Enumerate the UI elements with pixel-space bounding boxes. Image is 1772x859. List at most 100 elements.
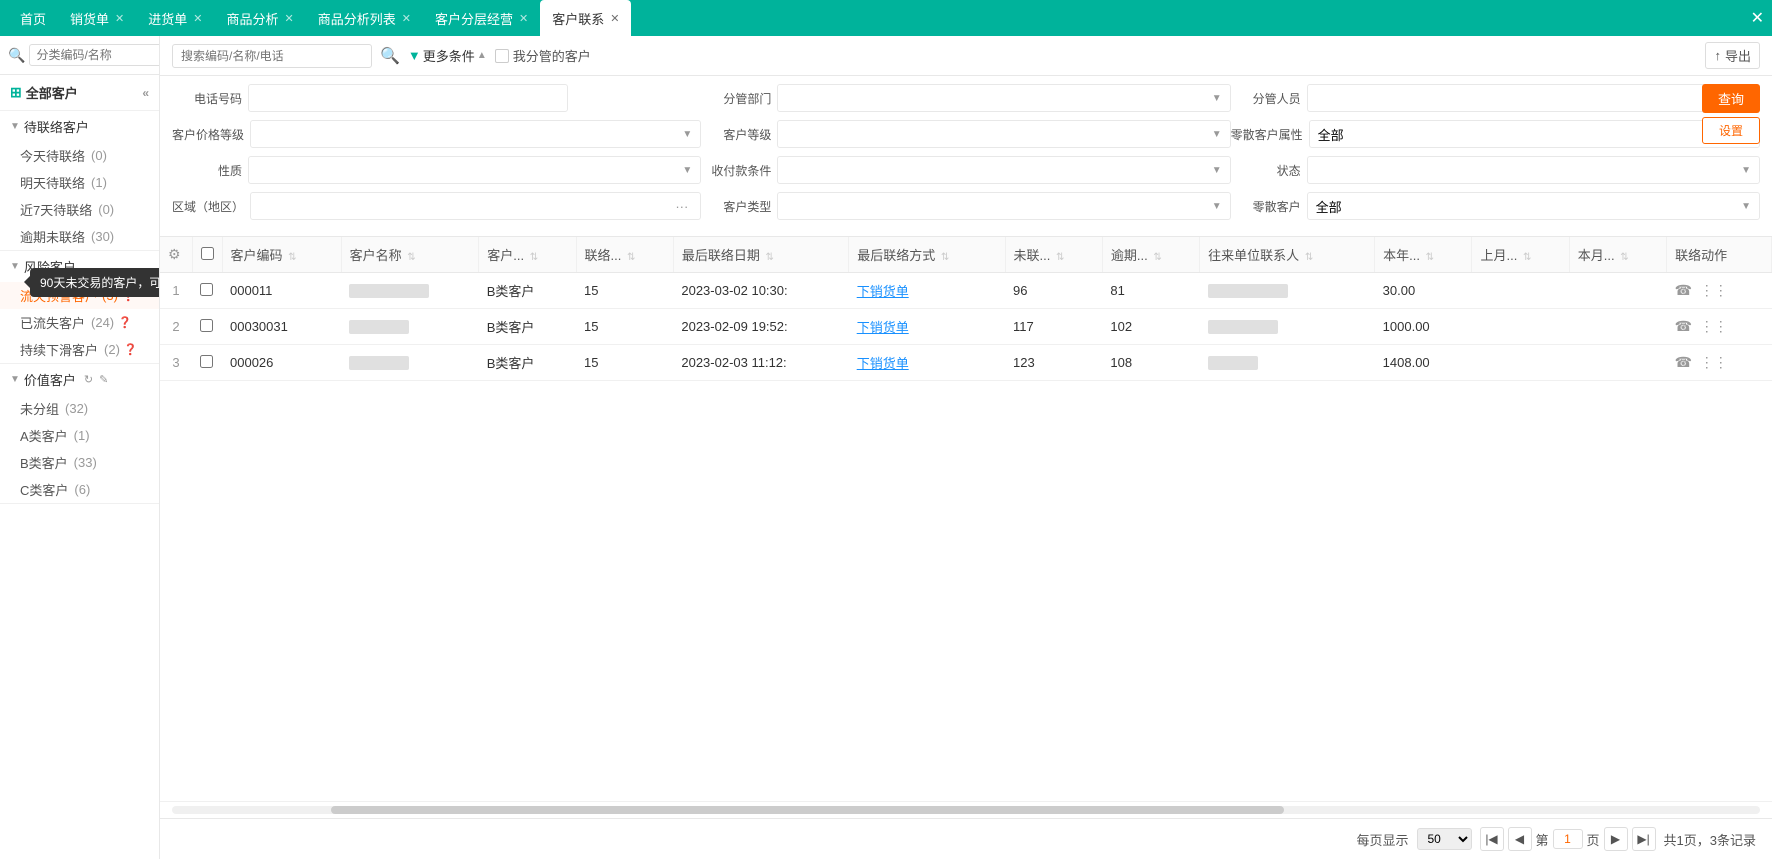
col-last-contact-date[interactable]: 最后联络日期 ⇅ <box>673 237 848 273</box>
row-checkbox[interactable] <box>200 283 213 296</box>
more-action-icon[interactable]: ⋮⋮ <box>1700 354 1728 370</box>
sidebar-collapse-icon[interactable]: « <box>142 86 149 100</box>
sidebar-item-overdue-contact[interactable]: 逾期未联络 (30) <box>0 223 159 250</box>
sidebar-item-ungrouped[interactable]: 未分组 (32) <box>0 395 159 422</box>
phone-input[interactable] <box>248 84 568 112</box>
sidebar-item-week-contact[interactable]: 近7天待联络 (0) <box>0 196 159 223</box>
row-checkbox-cell[interactable] <box>192 309 222 345</box>
next-page-button[interactable]: ▶ <box>1604 827 1628 851</box>
dept-select[interactable]: ▼ <box>777 84 1230 112</box>
name-sort-icon[interactable]: ⇅ <box>407 252 415 263</box>
prev-page-button[interactable]: ◀ <box>1508 827 1532 851</box>
window-close-button[interactable]: ✕ <box>1751 8 1764 28</box>
select-all-checkbox[interactable] <box>201 247 214 260</box>
export-button[interactable]: ↑ 导出 <box>1705 42 1760 69</box>
col-uncontacted[interactable]: 未联... ⇅ <box>1005 237 1102 273</box>
nav-tab-customer-contact[interactable]: 客户联系 ✕ <box>540 0 631 36</box>
status-select[interactable]: ▼ <box>1307 156 1760 184</box>
page-input[interactable] <box>1553 829 1583 849</box>
first-page-button[interactable]: |◀ <box>1480 827 1504 851</box>
col-name[interactable]: 客户名称 ⇅ <box>341 237 479 273</box>
customer-level-select[interactable]: ▼ <box>777 120 1230 148</box>
col-this-month[interactable]: 本月... ⇅ <box>1569 237 1666 273</box>
col-overdue[interactable]: 逾期... ⇅ <box>1102 237 1199 273</box>
close-salesorder-icon[interactable]: ✕ <box>115 12 124 25</box>
close-customer-contact-icon[interactable]: ✕ <box>610 12 619 25</box>
price-level-select[interactable]: ▼ <box>250 120 701 148</box>
this-month-sort-icon[interactable]: ⇅ <box>1620 252 1628 263</box>
sidebar-section-pending-header[interactable]: ▼ 待联络客户 <box>0 111 159 142</box>
more-action-icon[interactable]: ⋮⋮ <box>1700 318 1728 334</box>
last-page-button[interactable]: ▶| <box>1632 827 1656 851</box>
filter-search-input[interactable] <box>172 44 372 68</box>
nav-tab-customer-tier[interactable]: 客户分层经营 ✕ <box>423 0 540 36</box>
col-contact-count[interactable]: 联络... ⇅ <box>576 237 673 273</box>
table-settings-icon[interactable]: ⚙ <box>168 246 181 262</box>
nav-tab-product-analysis[interactable]: 商品分析 ✕ <box>214 0 305 36</box>
sidebar-item-today-contact[interactable]: 今天待联络 (0) <box>0 142 159 169</box>
this-year-sort-icon[interactable]: ⇅ <box>1426 252 1434 263</box>
contact-action-icon[interactable]: ☎ <box>1675 282 1692 298</box>
col-last-contact-method[interactable]: 最后联络方式 ⇅ <box>849 237 1005 273</box>
region-dots-icon[interactable]: ··· <box>671 199 692 214</box>
filter-search-button[interactable]: 🔍 <box>380 46 400 66</box>
code-sort-icon[interactable]: ⇅ <box>288 252 296 263</box>
retail-customer-select[interactable]: 全部 ▼ <box>1307 192 1760 220</box>
settings-button[interactable]: 设置 <box>1702 117 1760 144</box>
col-code[interactable]: 客户编码 ⇅ <box>222 237 341 273</box>
last-date-sort-icon[interactable]: ⇅ <box>766 252 774 263</box>
col-customer-type[interactable]: 客户... ⇅ <box>479 237 576 273</box>
contact-count-sort-icon[interactable]: ⇅ <box>627 252 635 263</box>
col-settings[interactable]: ⚙ <box>160 237 192 273</box>
nav-home[interactable]: 首页 <box>8 0 58 36</box>
sidebar-item-declining[interactable]: 持续下滑客户 (2) ❓ <box>0 336 159 363</box>
row-checkbox-cell[interactable] <box>192 273 222 309</box>
close-product-list-icon[interactable]: ✕ <box>402 12 411 25</box>
contact-action-icon[interactable]: ☎ <box>1675 318 1692 334</box>
sidebar-item-churned[interactable]: 已流失客户 (24) ❓ <box>0 309 159 336</box>
gender-select[interactable]: ▼ <box>248 156 701 184</box>
filter-my-customers[interactable]: 我分管的客户 <box>495 46 591 65</box>
sidebar-search-input[interactable] <box>29 44 160 66</box>
col-checkbox[interactable] <box>192 237 222 273</box>
nav-tab-purchaseorder[interactable]: 进货单 ✕ <box>136 0 214 36</box>
filter-more-conditions[interactable]: ▼ 更多条件 ▲ <box>408 46 487 65</box>
last-month-sort-icon[interactable]: ⇅ <box>1523 252 1531 263</box>
row-checkbox[interactable] <box>200 319 213 332</box>
sidebar-item-tomorrow-contact[interactable]: 明天待联络 (1) <box>0 169 159 196</box>
manager-select[interactable]: ··· <box>1307 84 1760 112</box>
contact-action-icon[interactable]: ☎ <box>1675 354 1692 370</box>
uncontacted-sort-icon[interactable]: ⇅ <box>1056 252 1064 263</box>
close-purchaseorder-icon[interactable]: ✕ <box>193 12 202 25</box>
edit-value-icon[interactable]: ✎ <box>99 373 108 386</box>
type-sort-icon[interactable]: ⇅ <box>530 252 538 263</box>
nav-tab-salesorder[interactable]: 销货单 ✕ <box>58 0 136 36</box>
query-button[interactable]: 查询 <box>1702 84 1760 113</box>
my-customers-checkbox[interactable] <box>495 49 509 63</box>
payment-select[interactable]: ▼ <box>777 156 1230 184</box>
nav-tab-product-list[interactable]: 商品分析列表 ✕ <box>306 0 423 36</box>
col-last-month[interactable]: 上月... ⇅ <box>1472 237 1569 273</box>
sidebar-item-class-b[interactable]: B类客户 (33) <box>0 449 159 476</box>
row-last-method[interactable]: 下销货单 <box>849 345 1005 381</box>
customer-type-select[interactable]: ▼ <box>777 192 1230 220</box>
horizontal-scrollbar[interactable] <box>172 806 1760 814</box>
close-product-analysis-icon[interactable]: ✕ <box>285 12 294 25</box>
row-last-method[interactable]: 下销货单 <box>849 309 1005 345</box>
contact-person-sort-icon[interactable]: ⇅ <box>1305 252 1313 263</box>
refresh-icon[interactable]: ↻ <box>84 373 93 386</box>
col-contact-person[interactable]: 往来单位联系人 ⇅ <box>1200 237 1375 273</box>
sidebar-item-class-c[interactable]: C类客户 (6) <box>0 476 159 503</box>
overdue-sort-icon[interactable]: ⇅ <box>1153 252 1161 263</box>
row-checkbox-cell[interactable] <box>192 345 222 381</box>
row-last-method[interactable]: 下销货单 <box>849 273 1005 309</box>
sidebar-section-value-header[interactable]: ▼ 价值客户 ↻ ✎ <box>0 364 159 395</box>
col-this-year[interactable]: 本年... ⇅ <box>1375 237 1472 273</box>
more-action-icon[interactable]: ⋮⋮ <box>1700 282 1728 298</box>
retail-attr-select[interactable]: 全部 ▼ <box>1309 120 1760 148</box>
row-checkbox[interactable] <box>200 355 213 368</box>
sidebar-item-class-a[interactable]: A类客户 (1) <box>0 422 159 449</box>
close-customer-tier-icon[interactable]: ✕ <box>519 12 528 25</box>
last-method-sort-icon[interactable]: ⇅ <box>941 252 949 263</box>
per-page-select[interactable]: 50 20 100 <box>1417 828 1472 850</box>
